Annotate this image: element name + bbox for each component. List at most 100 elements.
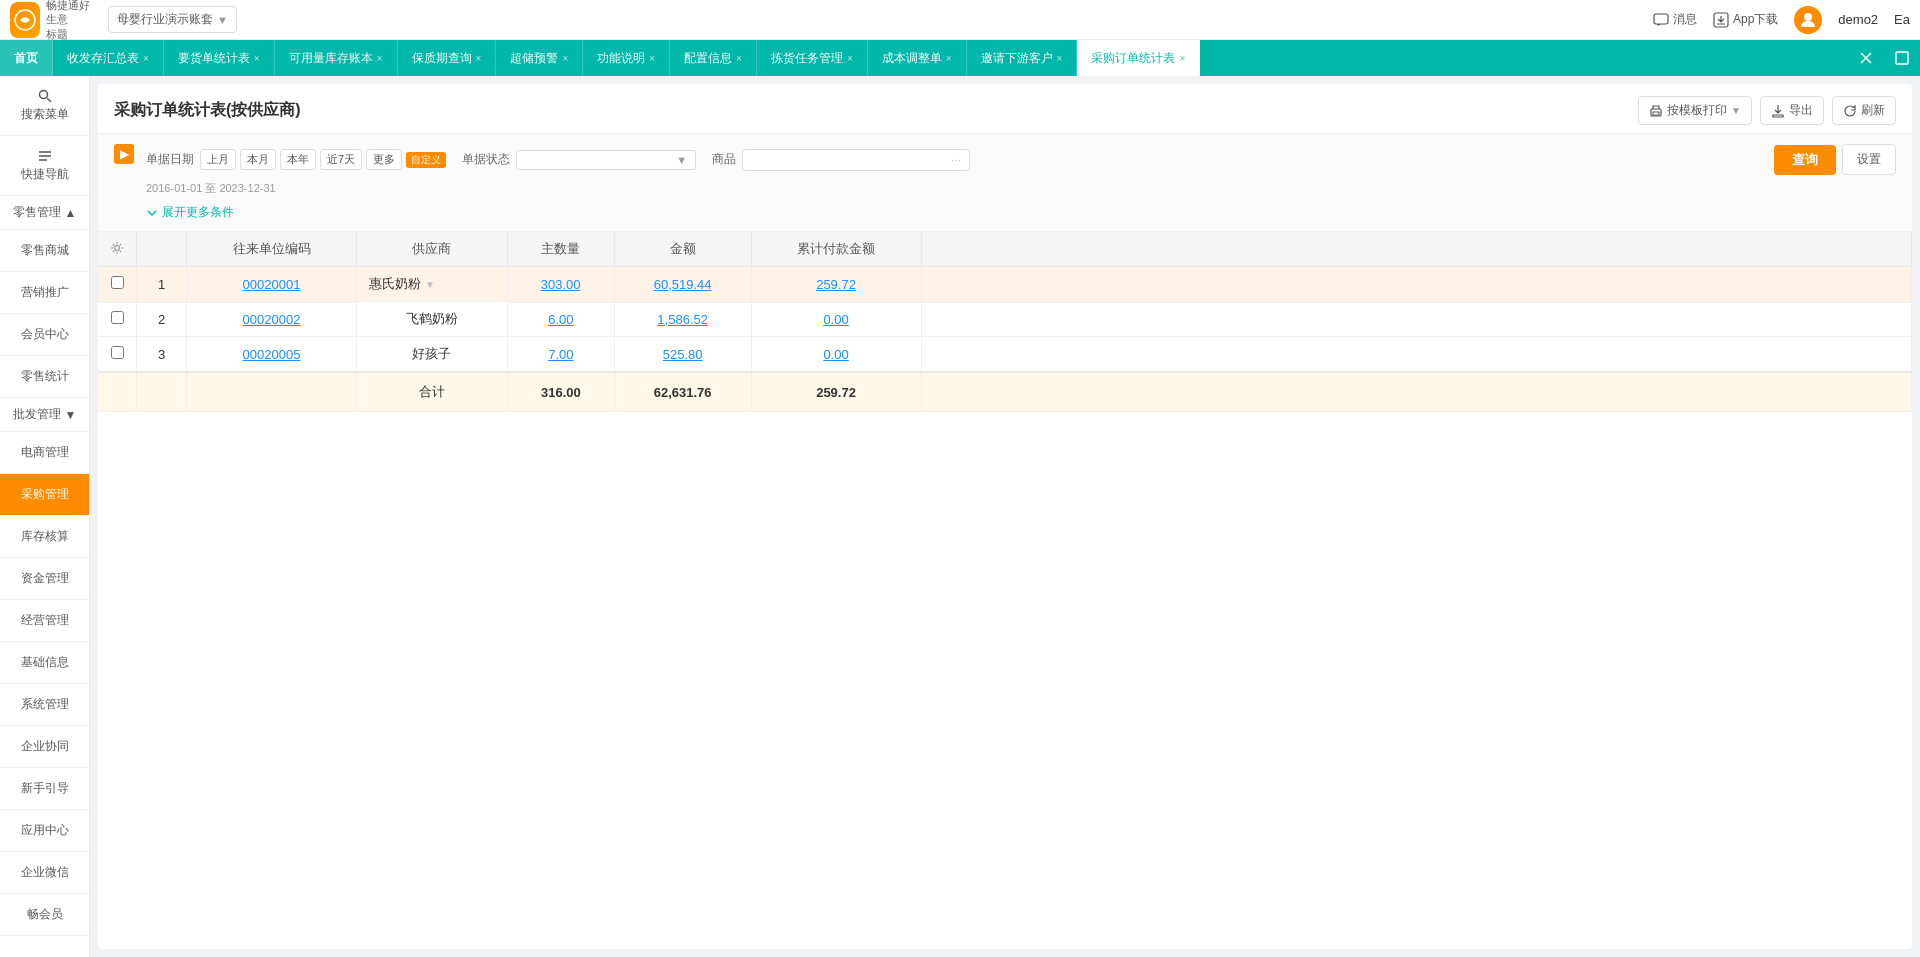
sidebar-item-operations[interactable]: 经营管理 bbox=[0, 600, 89, 642]
sidebar-item-search[interactable]: 搜索菜单 bbox=[0, 76, 89, 136]
tab-order-summary[interactable]: 要货单统计表 × bbox=[164, 40, 275, 76]
tab-purchase-summary-label: 采购订单统计表 bbox=[1091, 50, 1175, 67]
sidebar-item-retail-stats[interactable]: 零售统计 bbox=[0, 356, 89, 398]
tab-expiry-query[interactable]: 保质期查询 × bbox=[398, 40, 497, 76]
page-header: 采购订单统计表(按供应商) 按模板打印 ▼ 导出 刷新 bbox=[98, 84, 1912, 134]
tab-overstock-warning[interactable]: 超储预警 × bbox=[496, 40, 583, 76]
message-action[interactable]: 消息 bbox=[1653, 11, 1697, 28]
sidebar-item-wholesale[interactable]: 批发管理 ▼ bbox=[0, 398, 89, 432]
sidebar-item-apps[interactable]: 应用中心 bbox=[0, 810, 89, 852]
sidebar-item-wechat[interactable]: 企业微信 bbox=[0, 852, 89, 894]
date-btn-this-year[interactable]: 本年 bbox=[280, 149, 316, 170]
tab-cost-adjust[interactable]: 成本调整单 × bbox=[868, 40, 967, 76]
tab-pick-task-close[interactable]: × bbox=[847, 53, 853, 64]
th-supplier: 供应商 bbox=[357, 232, 508, 267]
tab-order-summary-close[interactable]: × bbox=[254, 53, 260, 64]
footer-label: 合计 bbox=[357, 372, 508, 412]
sidebar-item-vip[interactable]: 畅会员 bbox=[0, 894, 89, 936]
tab-invite-downstream[interactable]: 邀请下游客户 × bbox=[967, 40, 1078, 76]
sidebar-item-quicknav-label: 快捷导航 bbox=[21, 166, 69, 183]
sidebar-item-operations-label: 经营管理 bbox=[21, 612, 69, 629]
row1-checkbox[interactable] bbox=[111, 276, 124, 289]
tab-function-desc[interactable]: 功能说明 × bbox=[583, 40, 670, 76]
app-download-action[interactable]: App下载 bbox=[1713, 11, 1778, 28]
username-label[interactable]: demo2 bbox=[1838, 12, 1878, 27]
tab-pick-task[interactable]: 拣货任务管理 × bbox=[757, 40, 868, 76]
tab-home[interactable]: 首页 bbox=[0, 40, 53, 76]
sidebar-item-basics[interactable]: 基础信息 bbox=[0, 642, 89, 684]
expand-filter-button[interactable]: 展开更多条件 bbox=[146, 204, 1896, 221]
refresh-button[interactable]: 刷新 bbox=[1832, 96, 1896, 125]
row1-num: 1 bbox=[137, 267, 187, 303]
row2-checkbox[interactable] bbox=[111, 311, 124, 324]
tab-config-info-close[interactable]: × bbox=[736, 53, 742, 64]
gear-icon[interactable] bbox=[110, 241, 124, 255]
row2-check[interactable] bbox=[98, 302, 137, 337]
goods-more-icon[interactable]: ··· bbox=[951, 153, 961, 167]
sidebar-item-retail-shop[interactable]: 零售商城 bbox=[0, 230, 89, 272]
row1-check[interactable] bbox=[98, 267, 137, 303]
row3-check[interactable] bbox=[98, 337, 137, 373]
sidebar-item-member-label: 会员中心 bbox=[21, 326, 69, 343]
sidebar-item-enterprise[interactable]: 企业协同 bbox=[0, 726, 89, 768]
search-icon bbox=[37, 88, 53, 104]
logo-area: 畅捷通好生意 标题 bbox=[10, 0, 100, 41]
tab-maximize-button[interactable] bbox=[1884, 40, 1920, 76]
sidebar-item-finance[interactable]: 资金管理 bbox=[0, 558, 89, 600]
sidebar-item-retail-label: 零售管理 bbox=[13, 204, 61, 221]
date-btn-last-month[interactable]: 上月 bbox=[200, 149, 236, 170]
query-button[interactable]: 查询 bbox=[1774, 145, 1836, 175]
tab-invite-downstream-close[interactable]: × bbox=[1057, 53, 1063, 64]
date-btn-more[interactable]: 更多 bbox=[366, 149, 402, 170]
row1-expand-icon[interactable]: ▼ bbox=[425, 279, 435, 290]
sidebar-item-apps-label: 应用中心 bbox=[21, 822, 69, 839]
export-button[interactable]: 导出 bbox=[1760, 96, 1824, 125]
tab-available-inventory[interactable]: 可用量库存账本 × bbox=[275, 40, 398, 76]
tab-cost-adjust-label: 成本调整单 bbox=[882, 50, 942, 67]
status-select[interactable]: ▼ bbox=[516, 150, 696, 170]
header-actions: 按模板打印 ▼ 导出 刷新 bbox=[1638, 96, 1896, 125]
date-custom-badge: 自定义 bbox=[406, 152, 446, 168]
workspace-selector[interactable]: 母婴行业演示账套 ▼ bbox=[108, 6, 237, 33]
print-button[interactable]: 按模板打印 ▼ bbox=[1638, 96, 1752, 125]
sidebar-item-purchase[interactable]: 采购管理 bbox=[0, 474, 89, 516]
sidebar-item-ecommerce[interactable]: 电商管理 bbox=[0, 432, 89, 474]
sidebar-item-marketing[interactable]: 营销推广 bbox=[0, 272, 89, 314]
tab-purchase-summary[interactable]: 采购订单统计表 × bbox=[1077, 40, 1200, 76]
sidebar-item-purchase-label: 采购管理 bbox=[21, 486, 69, 503]
tab-expiry-query-label: 保质期查询 bbox=[412, 50, 472, 67]
tab-close-all-button[interactable] bbox=[1848, 40, 1884, 76]
tab-overstock-warning-close[interactable]: × bbox=[562, 53, 568, 64]
settings-button[interactable]: 设置 bbox=[1842, 144, 1896, 175]
date-btn-this-month[interactable]: 本月 bbox=[240, 149, 276, 170]
sidebar-item-marketing-label: 营销推广 bbox=[21, 284, 69, 301]
tab-config-info[interactable]: 配置信息 × bbox=[670, 40, 757, 76]
sidebar-item-member[interactable]: 会员中心 bbox=[0, 314, 89, 356]
sidebar-item-system[interactable]: 系统管理 bbox=[0, 684, 89, 726]
row3-extra bbox=[921, 337, 1911, 373]
goods-input[interactable] bbox=[751, 153, 951, 167]
tab-receive-send-close[interactable]: × bbox=[143, 53, 149, 64]
tab-receive-send[interactable]: 收发存汇总表 × bbox=[53, 40, 164, 76]
tab-cost-adjust-close[interactable]: × bbox=[946, 53, 952, 64]
tab-available-inventory-close[interactable]: × bbox=[377, 53, 383, 64]
date-range-display: 2016-01-01 至 2023-12-31 bbox=[146, 181, 276, 196]
row1-qty: 303.00 bbox=[507, 267, 614, 303]
sidebar-item-quicknav[interactable]: 快捷导航 bbox=[0, 136, 89, 196]
tab-config-info-label: 配置信息 bbox=[684, 50, 732, 67]
sidebar-item-retail[interactable]: 零售管理 ▲ bbox=[0, 196, 89, 230]
footer-extra bbox=[921, 372, 1911, 412]
filter-toggle-button[interactable]: ▶ bbox=[114, 144, 134, 164]
row2-code: 00020002 bbox=[187, 302, 357, 337]
th-paid: 累计付款金额 bbox=[751, 232, 921, 267]
row3-checkbox[interactable] bbox=[111, 346, 124, 359]
sidebar-item-newbie[interactable]: 新手引导 bbox=[0, 768, 89, 810]
main-layout: 搜索菜单 快捷导航 零售管理 ▲ 零售商城 营销推广 会员中心 零售统计 批发管… bbox=[0, 76, 1920, 957]
sidebar-item-newbie-label: 新手引导 bbox=[21, 780, 69, 797]
tab-function-desc-close[interactable]: × bbox=[649, 53, 655, 64]
export-label: 导出 bbox=[1789, 102, 1813, 119]
sidebar-item-inventory[interactable]: 库存核算 bbox=[0, 516, 89, 558]
tab-expiry-query-close[interactable]: × bbox=[476, 53, 482, 64]
tab-purchase-summary-close[interactable]: × bbox=[1179, 53, 1185, 64]
date-btn-last7[interactable]: 近7天 bbox=[320, 149, 362, 170]
